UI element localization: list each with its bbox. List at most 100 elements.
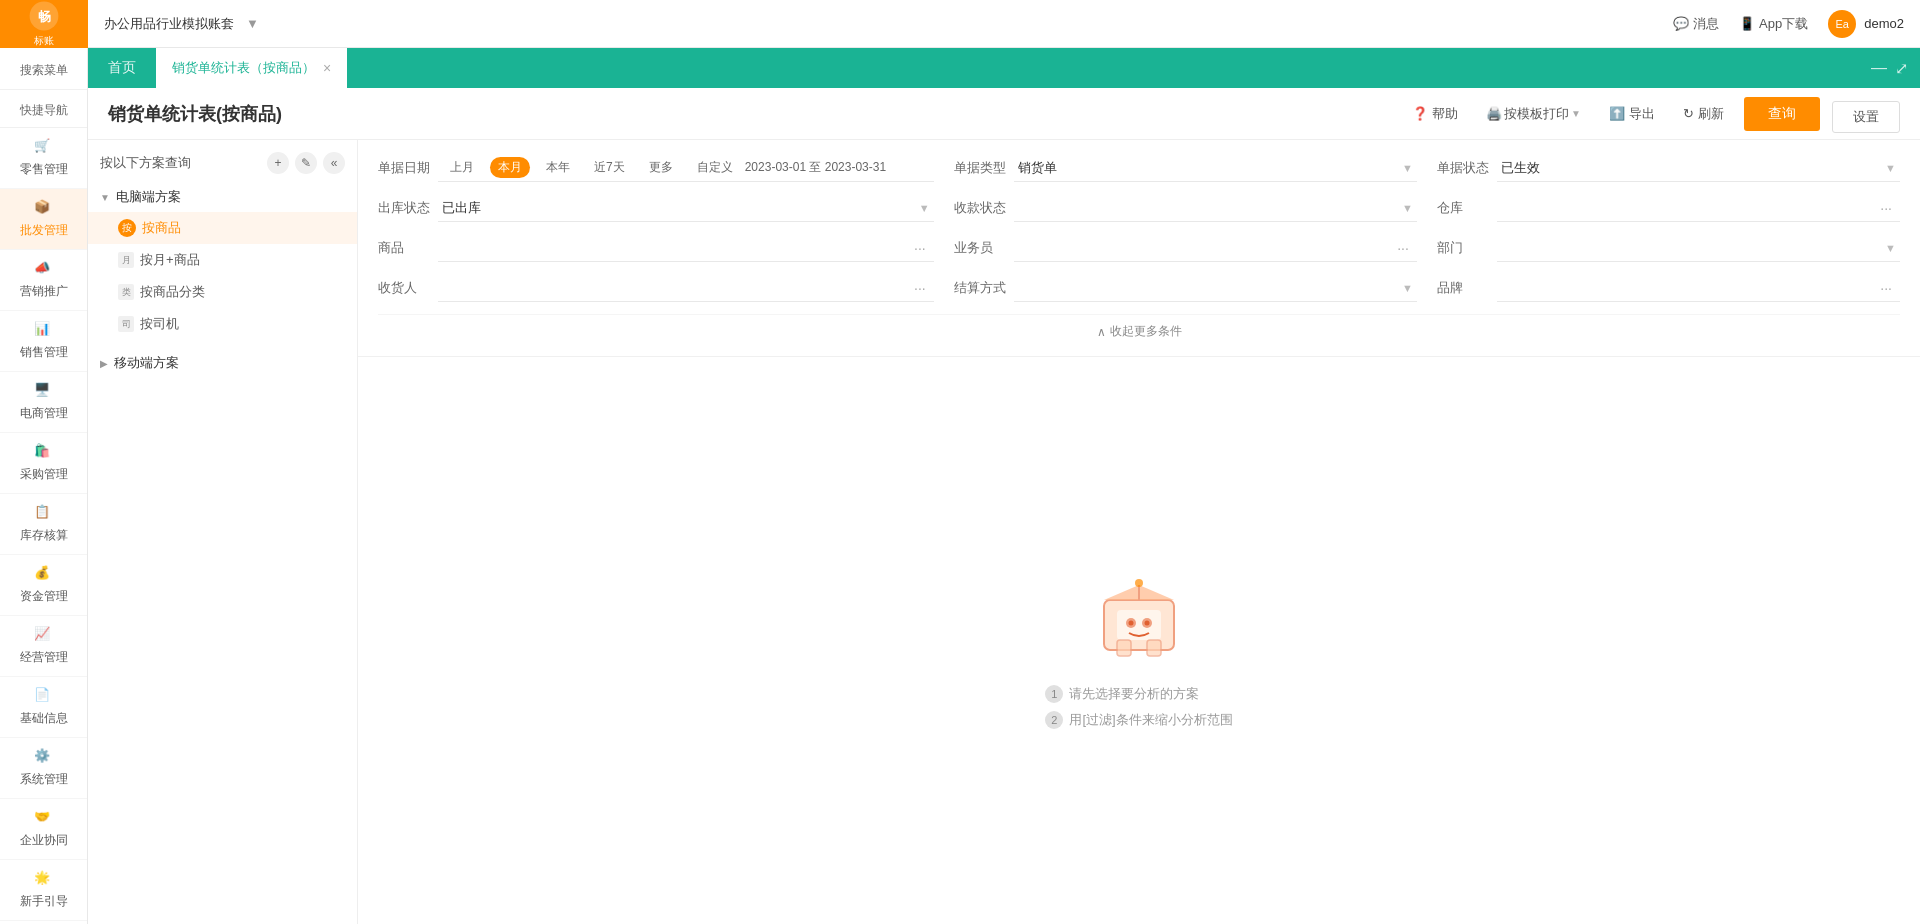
collapse-panel-btn[interactable]: «: [323, 152, 345, 174]
filter-out-status-field: 出库状态 已出库 ▼: [378, 194, 934, 222]
brand-value[interactable]: ···: [1497, 274, 1900, 302]
doc-status-chevron[interactable]: ▼: [1885, 162, 1896, 174]
payment-method-chevron[interactable]: ▼: [1402, 282, 1413, 294]
refresh-btn[interactable]: ↻ 刷新: [1675, 101, 1732, 127]
doc-status-text: 已生效: [1501, 159, 1885, 177]
tab-controls: — ⤢: [1859, 59, 1920, 78]
tab-minimize-btn[interactable]: —: [1871, 59, 1887, 77]
messages-btn[interactable]: 💬 消息: [1673, 15, 1719, 33]
collapse-label: 收起更多条件: [1110, 323, 1182, 340]
username[interactable]: demo2: [1864, 16, 1904, 31]
doc-status-value[interactable]: 已生效 ▼: [1497, 154, 1900, 182]
search-menu-label[interactable]: 搜索菜单: [20, 58, 68, 83]
marketing-icon: 📣: [34, 260, 54, 280]
query-btn[interactable]: 查询: [1744, 97, 1820, 131]
tree-item-by-category[interactable]: 类 按商品分类: [88, 276, 357, 308]
department-chevron[interactable]: ▼: [1885, 242, 1896, 254]
app-title: 办公用品行业模拟账套: [104, 15, 234, 33]
add-scheme-btn[interactable]: +: [267, 152, 289, 174]
sidebar-item-wholesale[interactable]: 📦 批发管理: [0, 189, 87, 250]
brand-dots[interactable]: ···: [1876, 280, 1896, 296]
filter-salesperson-field: 业务员 ···: [954, 234, 1417, 262]
desktop-group-label: 电脑端方案: [116, 188, 181, 206]
warehouse-dots[interactable]: ···: [1876, 200, 1896, 216]
doc-type-chevron[interactable]: ▼: [1402, 162, 1413, 174]
product-value[interactable]: ···: [438, 234, 934, 262]
edit-scheme-btn[interactable]: ✎: [295, 152, 317, 174]
collab-label: 企业协同: [20, 832, 68, 849]
recipient-dots[interactable]: ···: [910, 280, 930, 296]
tab-expand-btn[interactable]: ⤢: [1895, 59, 1908, 78]
sidebar-item-sales[interactable]: 📊 销售管理: [0, 311, 87, 372]
sidebar-item-retail[interactable]: 🛒 零售管理: [0, 128, 87, 189]
sidebar-item-collab[interactable]: 🤝 企业协同: [0, 799, 87, 860]
date-btn-this-year[interactable]: 本年: [538, 157, 578, 178]
date-btn-more[interactable]: 更多: [641, 157, 681, 178]
refresh-icon: ↻: [1683, 106, 1694, 121]
tree-group-mobile-header[interactable]: ▶ 移动端方案: [88, 348, 357, 378]
title-dropdown-icon[interactable]: ▼: [246, 16, 259, 31]
date-btn-this-month[interactable]: 本月: [490, 157, 530, 178]
filter-payment-status-field: 收款状态 ▼: [954, 194, 1417, 222]
sidebar-item-marketing[interactable]: 📣 营销推广: [0, 250, 87, 311]
tab-close-icon[interactable]: ×: [323, 60, 331, 76]
date-btn-last-month[interactable]: 上月: [442, 157, 482, 178]
tab-active[interactable]: 销货单统计表（按商品） ×: [156, 48, 347, 88]
salesperson-value[interactable]: ···: [1014, 234, 1417, 262]
sidebar-item-ecommerce[interactable]: 🖥️ 电商管理: [0, 372, 87, 433]
sidebar-item-inventory[interactable]: 📋 库存核算: [0, 494, 87, 555]
doc-type-value[interactable]: 销货单 ▼: [1014, 154, 1417, 182]
department-value[interactable]: ▼: [1497, 234, 1900, 262]
date-btn-7days[interactable]: 近7天: [586, 157, 633, 178]
department-label: 部门: [1437, 239, 1497, 257]
quick-nav-label[interactable]: 快捷导航: [20, 98, 68, 123]
tab-home-label: 首页: [108, 59, 136, 77]
payment-method-value[interactable]: ▼: [1014, 274, 1417, 302]
empty-step-1: 1 请先选择要分析的方案: [1045, 685, 1232, 703]
help-icon: ❓: [1412, 106, 1428, 121]
sidebar-item-system[interactable]: ⚙️ 系统管理: [0, 738, 87, 799]
filter-department-field: 部门 ▼: [1437, 234, 1900, 262]
out-status-chevron[interactable]: ▼: [919, 202, 930, 214]
settings-btn[interactable]: 设置: [1832, 101, 1900, 133]
filter-row-3: 商品 ··· 业务员 ···: [378, 234, 1900, 262]
tree-item-by-product[interactable]: 按 按商品: [88, 212, 357, 244]
by-month-product-label: 按月+商品: [140, 251, 200, 269]
tab-home[interactable]: 首页: [88, 48, 156, 88]
warehouse-value[interactable]: ···: [1497, 194, 1900, 222]
ecommerce-label: 电商管理: [20, 405, 68, 422]
salesperson-dots[interactable]: ···: [1393, 240, 1413, 256]
app-logo[interactable]: 畅 标账: [0, 0, 88, 48]
sidebar-item-operations[interactable]: 📈 经营管理: [0, 616, 87, 677]
out-status-value[interactable]: 已出库 ▼: [438, 194, 934, 222]
payment-status-value[interactable]: ▼: [1014, 194, 1417, 222]
sidebar-item-finance[interactable]: 💰 资金管理: [0, 555, 87, 616]
date-btn-custom[interactable]: 自定义: [689, 157, 741, 178]
tree-group-desktop-header[interactable]: ▼ 电脑端方案: [88, 182, 357, 212]
empty-state-steps: 1 请先选择要分析的方案 2 用[过滤]条件来缩小分析范围: [1045, 685, 1232, 737]
tab-bar: 首页 销货单统计表（按商品） × — ⤢: [88, 48, 1920, 88]
print-dropdown-icon[interactable]: ▼: [1571, 108, 1581, 119]
payment-status-chevron[interactable]: ▼: [1402, 202, 1413, 214]
tree-item-by-driver[interactable]: 司 按司机: [88, 308, 357, 340]
template-print-btn[interactable]: 🖨️ 按模板打印 ▼: [1478, 101, 1589, 127]
tab-active-label: 销货单统计表（按商品）: [172, 59, 315, 77]
message-icon: 💬: [1673, 16, 1689, 31]
tree-item-by-month-product[interactable]: 月 按月+商品: [88, 244, 357, 276]
finance-label: 资金管理: [20, 588, 68, 605]
product-dots[interactable]: ···: [910, 240, 930, 256]
recipient-value[interactable]: ···: [438, 274, 934, 302]
page-content: 销货单统计表(按商品) ❓ 帮助 🖨️ 按模板打印 ▼ ⬆️ 导出: [88, 88, 1920, 924]
user-avatar[interactable]: Ea: [1828, 10, 1856, 38]
help-btn[interactable]: ❓ 帮助: [1404, 101, 1466, 127]
app-download-btn[interactable]: 📱 App下载: [1739, 15, 1808, 33]
sidebar-item-guide[interactable]: 🌟 新手引导: [0, 860, 87, 921]
collapse-bar[interactable]: ∧ 收起更多条件: [378, 314, 1900, 348]
export-btn[interactable]: ⬆️ 导出: [1601, 101, 1663, 127]
mobile-group-label: 移动端方案: [114, 354, 179, 372]
collapse-up-icon: ∧: [1097, 325, 1106, 339]
sidebar-item-basic-info[interactable]: 📄 基础信息: [0, 677, 87, 738]
basic-info-label: 基础信息: [20, 710, 68, 727]
step-1-num: 1: [1045, 685, 1063, 703]
sidebar-item-purchase[interactable]: 🛍️ 采购管理: [0, 433, 87, 494]
